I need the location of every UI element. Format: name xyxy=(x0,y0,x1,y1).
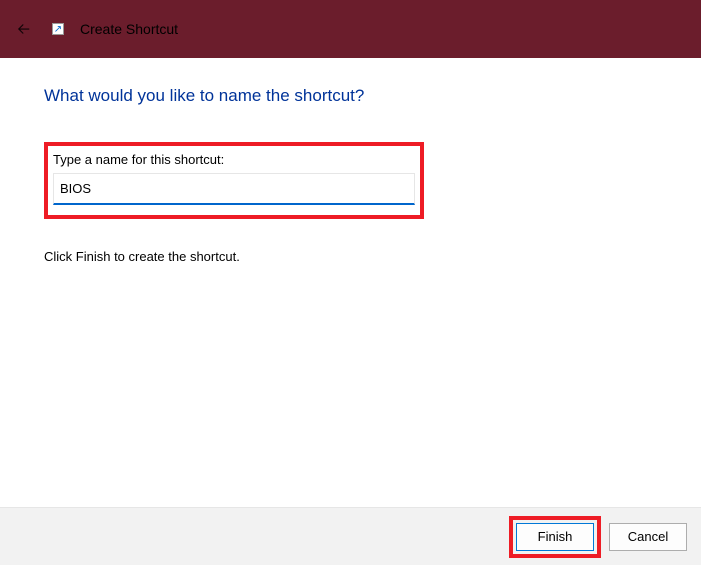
page-heading: What would you like to name the shortcut… xyxy=(44,86,657,106)
cancel-button[interactable]: Cancel xyxy=(609,523,687,551)
finish-button[interactable]: Finish xyxy=(516,523,594,551)
finish-button-highlight: Finish xyxy=(509,516,601,558)
footer: Finish Cancel xyxy=(0,507,701,565)
hint-text: Click Finish to create the shortcut. xyxy=(44,249,657,264)
name-input-wrap[interactable] xyxy=(53,173,415,205)
titlebar: ↗ Create Shortcut xyxy=(0,0,701,58)
shortcut-name-input[interactable] xyxy=(60,181,408,196)
back-arrow-icon[interactable] xyxy=(12,17,36,41)
name-field-highlight: Type a name for this shortcut: xyxy=(44,142,424,219)
shortcut-icon: ↗ xyxy=(52,23,64,35)
window-title: Create Shortcut xyxy=(80,21,178,37)
main-content: What would you like to name the shortcut… xyxy=(0,58,701,264)
name-field-label: Type a name for this shortcut: xyxy=(53,152,415,167)
